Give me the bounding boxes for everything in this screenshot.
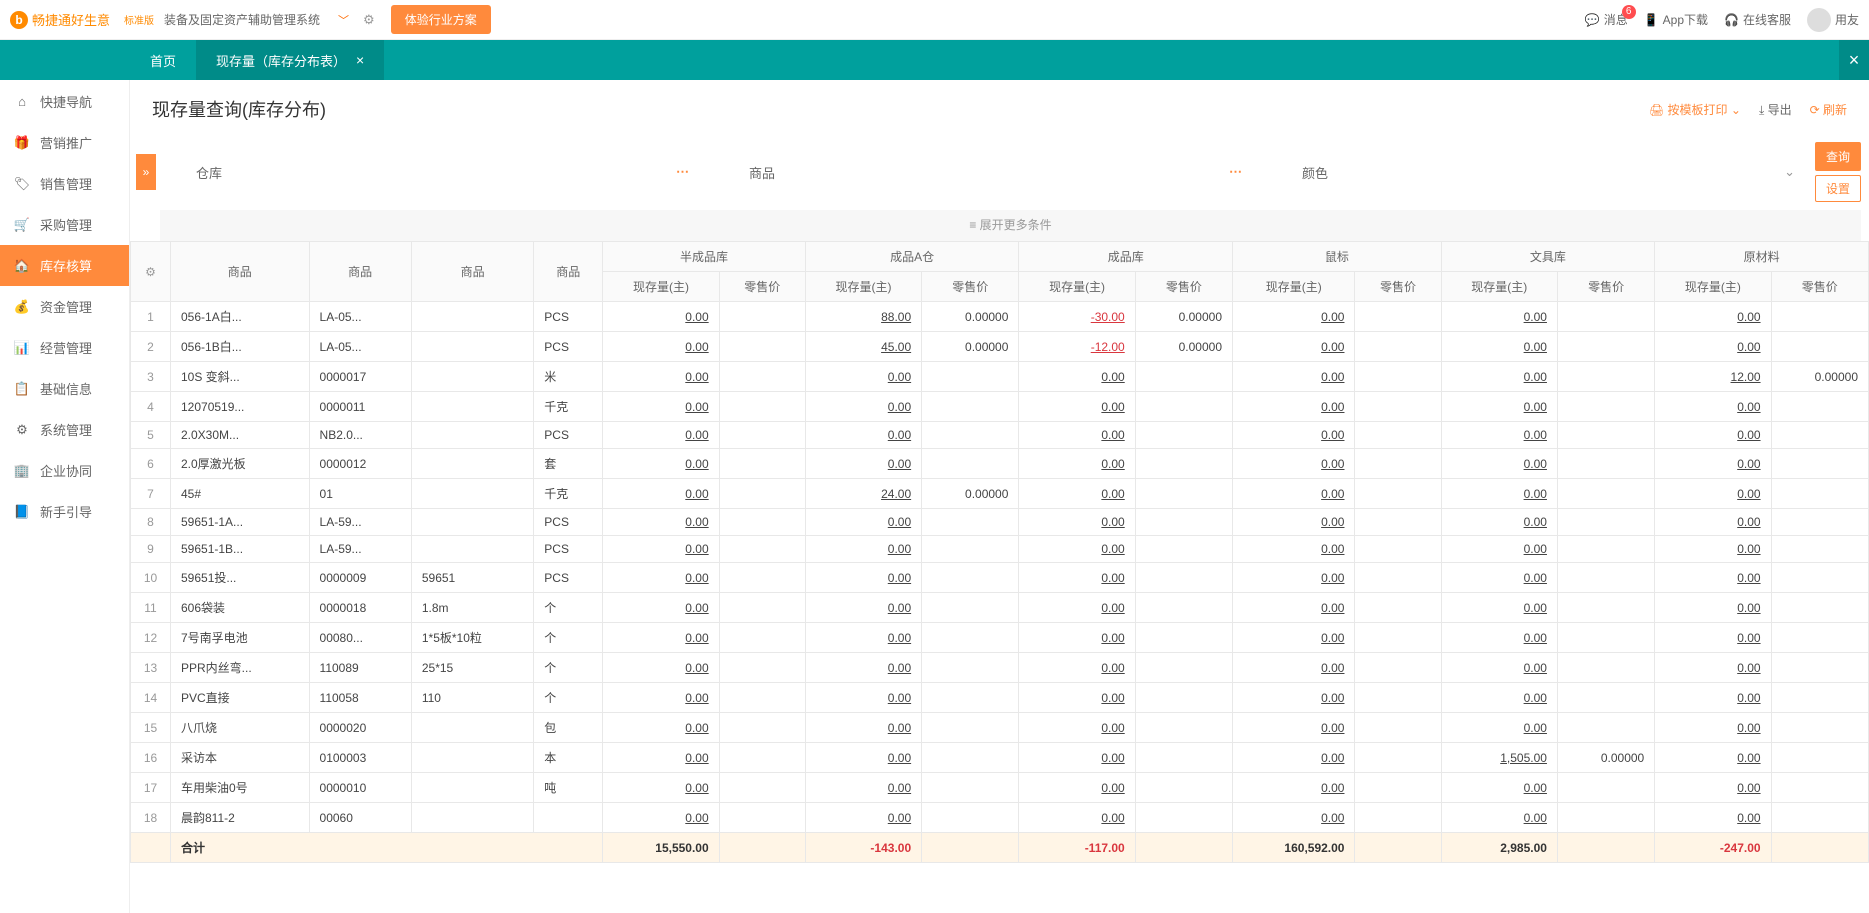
sidebar-item-6[interactable]: 💰资金管理 [0, 286, 129, 327]
table-row: 17车用柴油0号0000010吨0.000.000.000.000.000.00 [131, 773, 1869, 803]
close-icon[interactable]: × [356, 52, 364, 68]
sidebar-item-7[interactable]: 📊经营管理 [0, 327, 129, 368]
table-row: 15八爪烧0000020包0.000.000.000.000.000.00 [131, 713, 1869, 743]
nav-icon: ⌂ [14, 94, 30, 110]
table-row: 412070519...0000011千克0.000.000.000.000.0… [131, 392, 1869, 422]
page-header: 现存量查询(库存分布) 🖨 按模板打印 ⌄ ⤓ 导出 ⟳ 刷新 [130, 80, 1869, 132]
table-row: 310S 变斜...0000017米0.000.000.000.000.0012… [131, 362, 1869, 392]
nav-icon: 📘 [14, 504, 30, 520]
sidebar-item-3[interactable]: 🏷销售管理 [0, 163, 129, 204]
nav-icon: 🎁 [14, 135, 30, 151]
gear-icon[interactable]: ⚙ [131, 242, 171, 302]
app-download-link[interactable]: 📱 App下载 [1644, 11, 1708, 28]
expand-sidebar-button[interactable]: » [136, 154, 156, 190]
tab-inventory-distribution[interactable]: 现存量（库存分布表） × [196, 40, 384, 80]
tabs-close-all[interactable]: × [1839, 40, 1869, 80]
export-button[interactable]: ⤓ 导出 [1759, 101, 1792, 118]
table-row: 16采访本0100003本0.000.000.000.001,505.000.0… [131, 743, 1869, 773]
table-row: 18晨韵811-2000600.000.000.000.000.000.00 [131, 803, 1869, 833]
table-row: 959651-1B...LA-59...PCS0.000.000.000.000… [131, 536, 1869, 563]
logo-icon: b [10, 11, 28, 29]
tabbar: 首页 现存量（库存分布表） × × [0, 40, 1869, 80]
table-row: 14PVC直接110058110个0.000.000.000.000.000.0… [131, 683, 1869, 713]
page-title: 现存量查询(库存分布) [152, 96, 326, 122]
topbar: b 畅捷通好生意 标准版 装备及固定资产辅助管理系统 ﹀ ⚙ 体验行业方案 💬 … [0, 0, 1869, 40]
nav-icon: 💰 [14, 299, 30, 315]
table-row: 11606袋装00000181.8m个0.000.000.000.000.000… [131, 593, 1869, 623]
tab-home[interactable]: 首页 [130, 40, 196, 80]
messages-link[interactable]: 💬 消息 6 [1585, 11, 1628, 28]
message-badge: 6 [1622, 5, 1636, 19]
topbar-right: 💬 消息 6 📱 App下载 🎧 在线客服 用友 [1585, 8, 1859, 32]
chevron-down-icon: ⌄ [1731, 103, 1741, 117]
nav-icon: 🏷 [14, 176, 30, 192]
sidebar-item-10[interactable]: 🏢企业协同 [0, 450, 129, 491]
sidebar-item-9[interactable]: ⚙系统管理 [0, 409, 129, 450]
chevron-down-icon[interactable]: ⌄ [1784, 164, 1815, 180]
support-link[interactable]: 🎧 在线客服 [1724, 11, 1791, 28]
search-button[interactable]: 查询 [1815, 142, 1861, 171]
sidebar: 🔍搜索菜单⌂快捷导航🎁营销推广🏷销售管理🛒采购管理🏠库存核算💰资金管理📊经营管理… [0, 40, 130, 913]
table-row: 2056-1B白...LA-05...PCS0.0045.000.00000-1… [131, 332, 1869, 362]
logo-text: 畅捷通好生意 [32, 10, 110, 29]
print-button[interactable]: 🖨 按模板打印 ⌄ [1649, 101, 1741, 118]
main-content: 现存量查询(库存分布) 🖨 按模板打印 ⌄ ⤓ 导出 ⟳ 刷新 » 仓库 ⋯ 商… [130, 80, 1869, 913]
more-conditions-toggle[interactable]: ≡ 展开更多条件 [160, 210, 1861, 241]
gear-icon[interactable]: ⚙ [363, 12, 375, 28]
sidebar-item-4[interactable]: 🛒采购管理 [0, 204, 129, 245]
headset-icon: 🎧 [1724, 13, 1739, 27]
nav-icon: 🏢 [14, 463, 30, 479]
avatar-icon [1807, 8, 1831, 32]
total-row: 合计15,550.00-143.00-117.00160,592.002,985… [131, 833, 1869, 863]
ellipsis-icon[interactable]: ⋯ [1229, 164, 1262, 180]
data-table[interactable]: ⚙商品商品商品商品半成品库成品A仓成品库鼠标文具库原材料现存量(主)零售价现存量… [130, 241, 1869, 913]
logo-subtitle: 标准版 [124, 12, 154, 27]
table-row: 745#01千克0.0024.000.000000.000.000.000.00 [131, 479, 1869, 509]
table-row: 52.0X30M...NB2.0...PCS0.000.000.000.000.… [131, 422, 1869, 449]
sidebar-item-5[interactable]: 🏠库存核算 [0, 245, 129, 286]
nav-icon: 🛒 [14, 217, 30, 233]
table-row: 859651-1A...LA-59...PCS0.000.000.000.000… [131, 509, 1869, 536]
nav-icon: 📊 [14, 340, 30, 356]
logo: b 畅捷通好生意 [10, 10, 110, 29]
filter-color[interactable]: 颜色 ⌄ [1302, 163, 1815, 182]
table-row: 62.0厚激光板0000012套0.000.000.000.000.000.00 [131, 449, 1869, 479]
ellipsis-icon[interactable]: ⋯ [676, 164, 709, 180]
table-row: 1059651投...000000959651PCS0.000.000.000.… [131, 563, 1869, 593]
nav-icon: 🏠 [14, 258, 30, 274]
refresh-button[interactable]: ⟳ 刷新 [1810, 101, 1847, 118]
filter-product[interactable]: 商品 ⋯ [749, 163, 1262, 182]
table-row: 127号南孚电池00080...1*5板*10粒个0.000.000.000.0… [131, 623, 1869, 653]
nav-icon: ⚙ [14, 422, 30, 438]
sidebar-item-11[interactable]: 📘新手引导 [0, 491, 129, 532]
chevron-down-icon[interactable]: ﹀ [338, 12, 349, 28]
nav-icon: 📋 [14, 381, 30, 397]
user-menu[interactable]: 用友 [1807, 8, 1859, 32]
settings-button[interactable]: 设置 [1815, 175, 1861, 202]
page-actions: 🖨 按模板打印 ⌄ ⤓ 导出 ⟳ 刷新 [1649, 101, 1847, 118]
filter-warehouse[interactable]: 仓库 ⋯ [196, 163, 709, 182]
sidebar-item-8[interactable]: 📋基础信息 [0, 368, 129, 409]
filter-bar: » 仓库 ⋯ 商品 ⋯ 颜色 ⌄ 查询 设置 [130, 132, 1869, 202]
sidebar-item-1[interactable]: ⌂快捷导航 [0, 81, 129, 122]
table-row: 13PPR内丝弯...11008925*15个0.000.000.000.000… [131, 653, 1869, 683]
sidebar-item-2[interactable]: 🎁营销推广 [0, 122, 129, 163]
system-selector[interactable]: 装备及固定资产辅助管理系统 [164, 11, 320, 28]
cta-button[interactable]: 体验行业方案 [391, 5, 491, 34]
message-icon: 💬 [1585, 13, 1600, 27]
phone-icon: 📱 [1644, 13, 1659, 27]
table-row: 1056-1A白...LA-05...PCS0.0088.000.00000-3… [131, 302, 1869, 332]
